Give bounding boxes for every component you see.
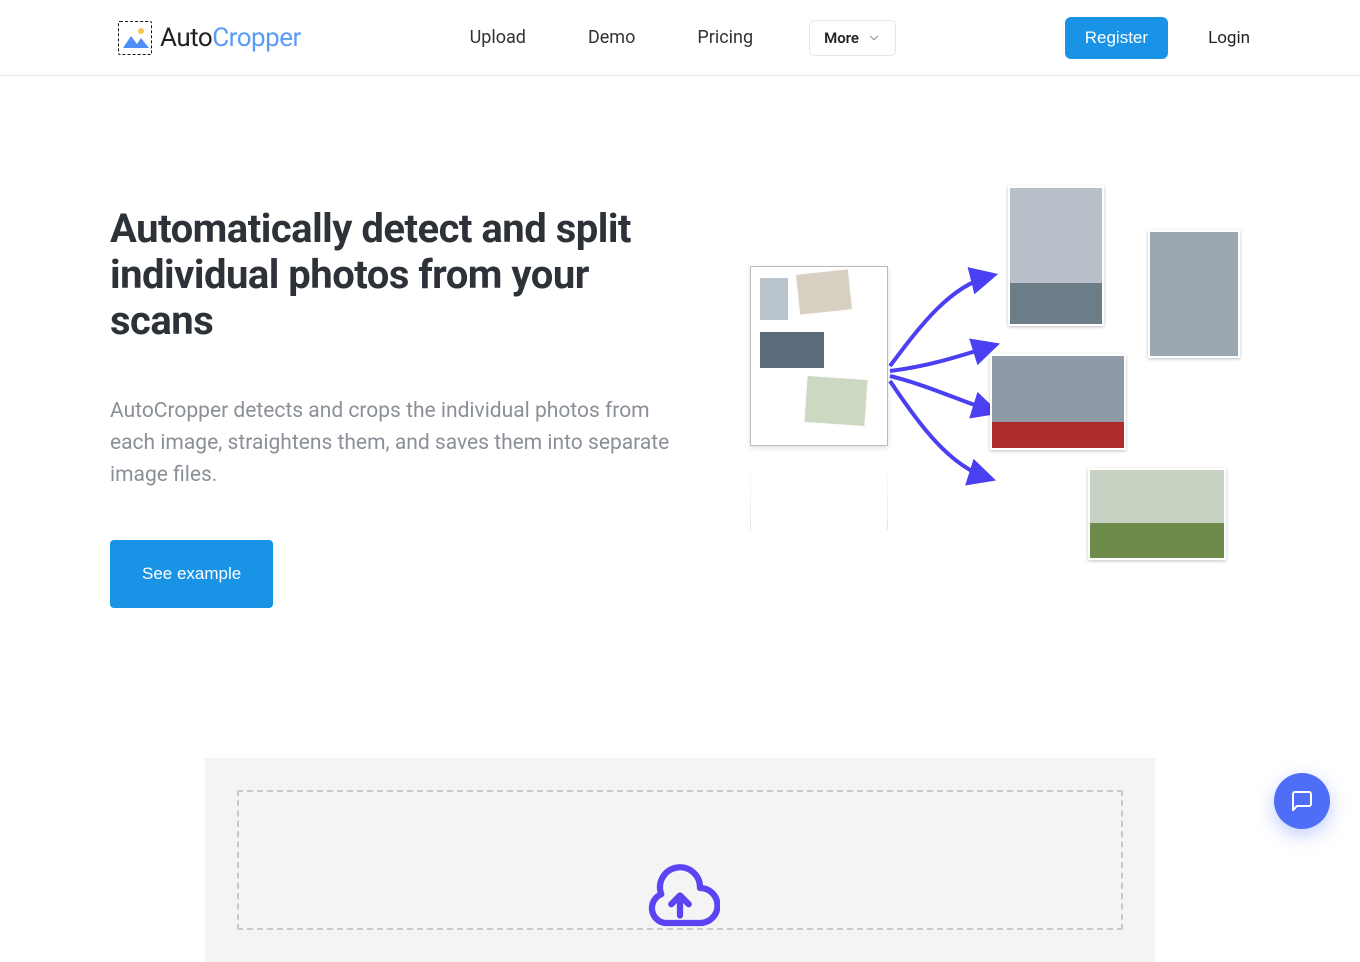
output-photo-1 <box>1008 186 1104 326</box>
nav-more-label: More <box>824 29 859 47</box>
split-arrows-icon <box>880 256 1000 486</box>
logo-icon <box>118 21 152 55</box>
hero-subtitle: AutoCropper detects and crops the indivi… <box>110 396 670 492</box>
hero-title: Automatically detect and split individua… <box>110 206 690 344</box>
see-example-button[interactable]: See example <box>110 540 273 608</box>
logo-text-b: Cropper <box>212 23 301 53</box>
scan-input-image <box>750 266 888 446</box>
primary-nav: Upload Demo Pricing More <box>470 20 896 56</box>
chevron-down-icon <box>867 31 881 45</box>
chat-icon <box>1290 789 1314 813</box>
auth-actions: Register Login <box>1065 17 1250 59</box>
logo-text: AutoCropper <box>160 23 301 53</box>
nav-upload[interactable]: Upload <box>470 27 526 48</box>
logo-text-a: Auto <box>160 23 212 53</box>
nav-pricing[interactable]: Pricing <box>697 27 753 48</box>
hero: Automatically detect and split individua… <box>0 76 1360 608</box>
hero-copy: Automatically detect and split individua… <box>110 206 690 608</box>
upload-dropzone[interactable] <box>237 790 1123 930</box>
site-header: AutoCropper Upload Demo Pricing More Reg… <box>0 0 1360 76</box>
login-link[interactable]: Login <box>1208 28 1250 48</box>
nav-demo[interactable]: Demo <box>588 27 635 48</box>
nav-more[interactable]: More <box>809 20 896 56</box>
scan-input-reflection <box>750 458 888 530</box>
chat-button[interactable] <box>1274 773 1330 829</box>
hero-illustration <box>730 186 1250 586</box>
output-photo-2 <box>1148 230 1240 358</box>
register-button[interactable]: Register <box>1065 17 1168 59</box>
output-photo-3 <box>990 354 1126 450</box>
logo[interactable]: AutoCropper <box>118 21 301 55</box>
output-photo-4 <box>1088 468 1226 560</box>
cloud-upload-icon <box>640 858 720 928</box>
upload-panel <box>205 758 1155 962</box>
